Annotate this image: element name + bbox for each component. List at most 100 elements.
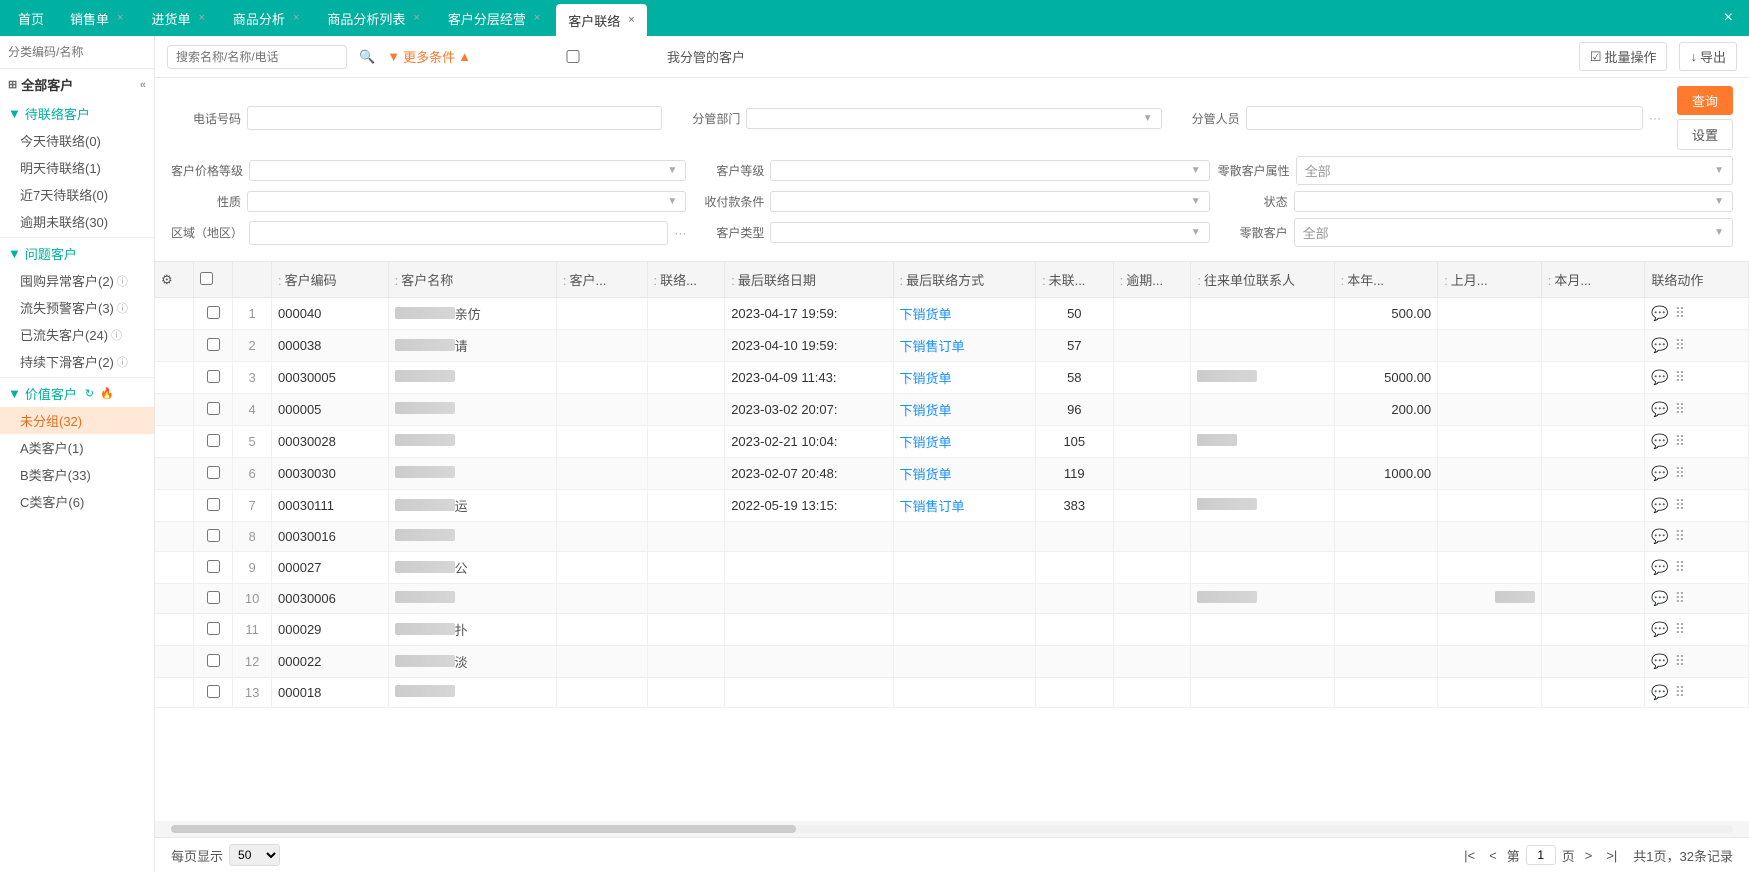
contact-method-link[interactable]: 下销货单 bbox=[900, 435, 952, 450]
contact-col-header[interactable]: :联络... bbox=[647, 262, 725, 298]
scrollbar-thumb[interactable] bbox=[171, 825, 796, 833]
more-action-icon[interactable]: ⠿ bbox=[1675, 621, 1685, 638]
sidebar-collapse-button[interactable]: « bbox=[140, 79, 146, 91]
my-customers-checkbox[interactable]: 我分管的客户 bbox=[483, 47, 745, 66]
export-button[interactable]: ↓ 导出 bbox=[1679, 42, 1737, 71]
analysis-list-close-icon[interactable]: × bbox=[413, 12, 419, 24]
fire-icon[interactable]: 🔥 bbox=[100, 387, 114, 400]
sidebar-item-tomorrow[interactable]: 明天待联络(1) bbox=[0, 154, 154, 181]
nav-home[interactable]: 首页 bbox=[8, 0, 54, 36]
search-input[interactable] bbox=[167, 45, 347, 69]
message-action-icon[interactable]: 💬 bbox=[1651, 305, 1668, 322]
message-action-icon[interactable]: 💬 bbox=[1651, 559, 1668, 576]
refresh-icon[interactable]: ↻ bbox=[85, 387, 94, 400]
nav-purchase[interactable]: 进货单 × bbox=[139, 0, 216, 36]
last-month-col-header[interactable]: :上月... bbox=[1438, 262, 1542, 298]
scatter-customer-select[interactable]: 全部 ▼ bbox=[1294, 218, 1733, 247]
row-checkbox[interactable] bbox=[207, 622, 220, 635]
horizontal-scrollbar[interactable] bbox=[171, 825, 1733, 833]
contact-method-link[interactable]: 下销货单 bbox=[900, 467, 952, 482]
row-checkbox[interactable] bbox=[207, 402, 220, 415]
my-customers-checkbox-input[interactable] bbox=[483, 50, 663, 63]
sidebar-item-churn-warn[interactable]: 流失预警客户(3) ⓘ bbox=[0, 294, 154, 321]
search-icon[interactable]: 🔍 bbox=[359, 49, 375, 65]
row-checkbox[interactable] bbox=[207, 654, 220, 667]
per-page-select[interactable]: 50 20 100 bbox=[229, 844, 280, 866]
no-contact-col-header[interactable]: :未联... bbox=[1035, 262, 1113, 298]
region-dots-icon[interactable]: ··· bbox=[674, 226, 686, 240]
nav-customer-mgr[interactable]: 客户分层经营 × bbox=[436, 0, 552, 36]
company-contact-col-header[interactable]: :往来单位联系人 bbox=[1191, 262, 1334, 298]
message-action-icon[interactable]: 💬 bbox=[1651, 433, 1668, 450]
more-action-icon[interactable]: ⠿ bbox=[1675, 337, 1685, 354]
row-checkbox[interactable] bbox=[207, 560, 220, 573]
dept-select[interactable]: ▼ bbox=[746, 108, 1161, 129]
this-year-col-header[interactable]: :本年... bbox=[1334, 262, 1438, 298]
message-action-icon[interactable]: 💬 bbox=[1651, 590, 1668, 607]
customer-mgr-close-icon[interactable]: × bbox=[534, 12, 540, 24]
message-action-icon[interactable]: 💬 bbox=[1651, 369, 1668, 386]
message-action-icon[interactable]: 💬 bbox=[1651, 465, 1668, 482]
sidebar-item-churned[interactable]: 已流失客户(24) ⓘ bbox=[0, 321, 154, 348]
row-checkbox[interactable] bbox=[207, 498, 220, 511]
nav-analysis-list[interactable]: 商品分析列表 × bbox=[315, 0, 431, 36]
contact-method-link[interactable]: 下销售订单 bbox=[900, 339, 965, 354]
contact-method-link[interactable]: 下销货单 bbox=[900, 403, 952, 418]
sidebar-item-overdue[interactable]: 逾期未联络(30) bbox=[0, 208, 154, 235]
type-col-header[interactable]: :客户... bbox=[556, 262, 647, 298]
overdue-col-header[interactable]: :逾期... bbox=[1113, 262, 1191, 298]
last-date-col-header[interactable]: :最后联络日期 bbox=[725, 262, 893, 298]
more-action-icon[interactable]: ⠿ bbox=[1675, 528, 1685, 545]
more-action-icon[interactable]: ⠿ bbox=[1675, 401, 1685, 418]
more-action-icon[interactable]: ⠿ bbox=[1675, 369, 1685, 386]
app-close-button[interactable]: × bbox=[1716, 9, 1741, 27]
row-checkbox[interactable] bbox=[207, 685, 220, 698]
sidebar-item-7days[interactable]: 近7天待联络(0) bbox=[0, 181, 154, 208]
this-month-col-header[interactable]: :本月... bbox=[1541, 262, 1645, 298]
more-conditions-button[interactable]: ▼ 更多条件 ▲ bbox=[387, 47, 471, 66]
sidebar-item-class-a[interactable]: A类客户(1) bbox=[0, 434, 154, 461]
scatter-attr-select[interactable]: 全部 ▼ bbox=[1296, 156, 1733, 185]
message-action-icon[interactable]: 💬 bbox=[1651, 653, 1668, 670]
sidebar-group-value[interactable]: ▼ 价值客户 ↻ 🔥 bbox=[0, 380, 154, 407]
message-action-icon[interactable]: 💬 bbox=[1651, 337, 1668, 354]
sidebar-item-class-b[interactable]: B类客户(33) bbox=[0, 461, 154, 488]
more-action-icon[interactable]: ⠿ bbox=[1675, 465, 1685, 482]
prev-page-button[interactable]: < bbox=[1485, 846, 1501, 865]
current-page-input[interactable] bbox=[1526, 845, 1556, 865]
sales-close-icon[interactable]: × bbox=[117, 12, 123, 24]
name-col-header[interactable]: :客户名称 bbox=[388, 262, 556, 298]
customer-level-select[interactable]: ▼ bbox=[770, 160, 1209, 181]
phone-input[interactable] bbox=[247, 106, 662, 130]
region-input[interactable] bbox=[249, 221, 668, 245]
sidebar-item-ungrouped[interactable]: 未分组(32) bbox=[0, 407, 154, 434]
analysis-close-icon[interactable]: × bbox=[293, 12, 299, 24]
more-action-icon[interactable]: ⠿ bbox=[1675, 653, 1685, 670]
contact-method-link[interactable]: 下销售订单 bbox=[900, 499, 965, 514]
row-checkbox[interactable] bbox=[207, 370, 220, 383]
nav-sales[interactable]: 销售单 × bbox=[58, 0, 135, 36]
code-col-header[interactable]: :客户编码 bbox=[272, 262, 389, 298]
message-action-icon[interactable]: 💬 bbox=[1651, 497, 1668, 514]
payment-select[interactable]: ▼ bbox=[770, 191, 1209, 212]
batch-ops-button[interactable]: ☑ 批量操作 bbox=[1579, 42, 1668, 71]
row-checkbox[interactable] bbox=[207, 466, 220, 479]
more-action-icon[interactable]: ⠿ bbox=[1675, 684, 1685, 701]
last-method-col-header[interactable]: :最后联络方式 bbox=[893, 262, 1035, 298]
sidebar-search-input[interactable] bbox=[8, 45, 155, 59]
row-checkbox[interactable] bbox=[207, 529, 220, 542]
row-checkbox[interactable] bbox=[207, 338, 220, 351]
row-checkbox[interactable] bbox=[207, 306, 220, 319]
sidebar-item-today[interactable]: 今天待联络(0) bbox=[0, 127, 154, 154]
nav-analysis[interactable]: 商品分析 × bbox=[221, 0, 311, 36]
table-gear-icon[interactable]: ⚙ bbox=[161, 272, 173, 287]
gear-col-header[interactable]: ⚙ bbox=[155, 262, 194, 298]
sidebar-item-declining[interactable]: 持续下滑客户(2) ⓘ bbox=[0, 348, 154, 375]
more-action-icon[interactable]: ⠿ bbox=[1675, 559, 1685, 576]
message-action-icon[interactable]: 💬 bbox=[1651, 528, 1668, 545]
purchase-close-icon[interactable]: × bbox=[198, 12, 204, 24]
more-action-icon[interactable]: ⠿ bbox=[1675, 305, 1685, 322]
customer-type-select[interactable]: ▼ bbox=[770, 222, 1209, 243]
sidebar-item-hoarding[interactable]: 囤购异常客户(2) ⓘ bbox=[0, 267, 154, 294]
person-dots-icon[interactable]: ··· bbox=[1649, 111, 1661, 125]
